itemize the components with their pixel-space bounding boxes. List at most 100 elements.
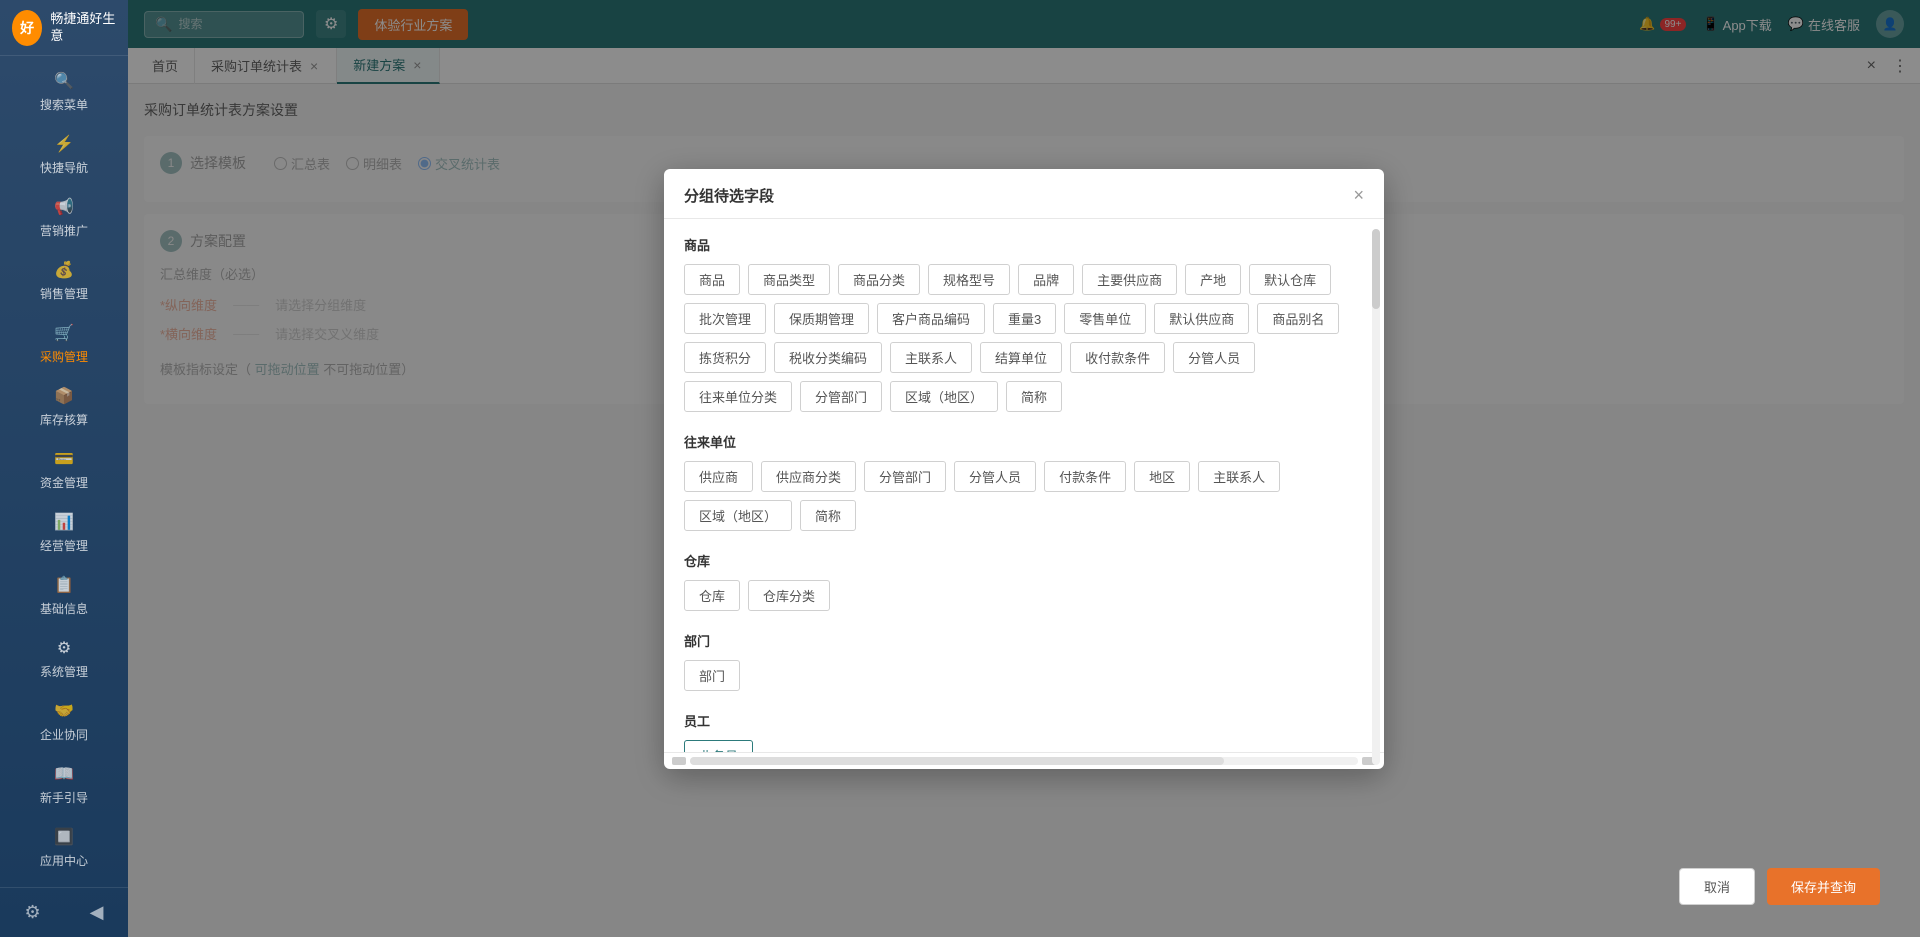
section-warehouse: 仓库 仓库 仓库分类	[684, 551, 1364, 611]
shortcut-nav-icon: ⚡	[53, 133, 75, 155]
field-tag-product-18[interactable]: 结算单位	[980, 342, 1062, 373]
sidebar-item-marketing-label: 营销推广	[40, 222, 88, 239]
sidebar-item-system-label: 系统管理	[40, 663, 88, 680]
field-tag-partner-4[interactable]: 付款条件	[1044, 461, 1126, 492]
sidebar-item-operations[interactable]: 📊 经营管理	[0, 501, 128, 564]
section-department: 部门 部门	[684, 631, 1364, 691]
field-tag-product-8[interactable]: 批次管理	[684, 303, 766, 334]
field-tag-product-4[interactable]: 品牌	[1018, 264, 1074, 295]
sidebar-item-search-label: 搜索菜单	[40, 96, 88, 113]
field-tag-partner-3[interactable]: 分管人员	[954, 461, 1036, 492]
hscroll-thumb[interactable]	[690, 757, 1224, 765]
field-tag-product-22[interactable]: 分管部门	[800, 381, 882, 412]
field-tag-product-12[interactable]: 零售单位	[1064, 303, 1146, 334]
field-tag-warehouse-1[interactable]: 仓库分类	[748, 580, 830, 611]
field-tag-product-7[interactable]: 默认仓库	[1249, 264, 1331, 295]
field-tag-product-24[interactable]: 简称	[1006, 381, 1062, 412]
field-tag-employee-0[interactable]: 业务员	[684, 740, 753, 752]
marketing-nav-icon: 📢	[53, 196, 75, 218]
field-tag-product-5[interactable]: 主要供应商	[1082, 264, 1177, 295]
hscroll-track[interactable]	[690, 757, 1358, 765]
sidebar-item-newbie[interactable]: 📖 新手引导	[0, 753, 128, 816]
modal-overlay: 分组待选字段 × 商品 商品 商品类型 商品分类 规格型号 品牌 主要供应商 产…	[128, 0, 1920, 937]
settings-bottom-icon[interactable]: ⚙	[19, 896, 47, 929]
field-tag-partner-7[interactable]: 区域（地区）	[684, 500, 792, 531]
field-tag-product-23[interactable]: 区域（地区）	[890, 381, 998, 412]
sidebar-item-marketing[interactable]: 📢 营销推广	[0, 186, 128, 249]
field-tag-product-16[interactable]: 税收分类编码	[774, 342, 882, 373]
sidebar-item-coop[interactable]: 🤝 企业协同	[0, 690, 128, 753]
field-tag-partner-2[interactable]: 分管部门	[864, 461, 946, 492]
sidebar-logo: 好 畅捷通好生意	[0, 0, 128, 56]
field-tag-product-6[interactable]: 产地	[1185, 264, 1241, 295]
sidebar-item-inventory-label: 库存核算	[40, 411, 88, 428]
hscroll-left-btn[interactable]	[672, 757, 686, 765]
purchase-nav-icon: 🛒	[53, 322, 75, 344]
finance-nav-icon: 💳	[53, 448, 75, 470]
field-tag-product-0[interactable]: 商品	[684, 264, 740, 295]
sidebar-item-sales[interactable]: 💰 销售管理	[0, 249, 128, 312]
field-tag-product-14[interactable]: 商品别名	[1257, 303, 1339, 334]
field-tag-product-1[interactable]: 商品类型	[748, 264, 830, 295]
coop-nav-icon: 🤝	[53, 700, 75, 722]
sidebar-item-finance[interactable]: 💳 资金管理	[0, 438, 128, 501]
sidebar-item-app-center-label: 应用中心	[40, 852, 88, 869]
field-tag-product-19[interactable]: 收付款条件	[1070, 342, 1165, 373]
field-tag-product-20[interactable]: 分管人员	[1173, 342, 1255, 373]
field-tag-partner-1[interactable]: 供应商分类	[761, 461, 856, 492]
field-tag-partner-5[interactable]: 地区	[1134, 461, 1190, 492]
sidebar-item-inventory[interactable]: 📦 库存核算	[0, 375, 128, 438]
newbie-nav-icon: 📖	[53, 763, 75, 785]
modal-close-button[interactable]: ×	[1353, 186, 1364, 204]
sidebar-item-operations-label: 经营管理	[40, 537, 88, 554]
field-tag-product-21[interactable]: 往来单位分类	[684, 381, 792, 412]
section-employee-title: 员工	[684, 711, 1364, 730]
sidebar-item-basic-label: 基础信息	[40, 600, 88, 617]
section-partner-tags: 供应商 供应商分类 分管部门 分管人员 付款条件 地区 主联系人 区域（地区） …	[684, 461, 1364, 531]
field-tag-product-3[interactable]: 规格型号	[928, 264, 1010, 295]
field-tag-product-2[interactable]: 商品分类	[838, 264, 920, 295]
section-partner-title: 往来单位	[684, 432, 1364, 451]
field-tag-product-9[interactable]: 保质期管理	[774, 303, 869, 334]
save-query-button[interactable]: 保存并查询	[1767, 868, 1880, 905]
field-tag-product-15[interactable]: 拣货积分	[684, 342, 766, 373]
app-center-nav-icon: 🔲	[53, 826, 75, 848]
section-warehouse-tags: 仓库 仓库分类	[684, 580, 1364, 611]
modal-body: 商品 商品 商品类型 商品分类 规格型号 品牌 主要供应商 产地 默认仓库 批次…	[664, 219, 1384, 752]
field-tag-product-10[interactable]: 客户商品编码	[877, 303, 985, 334]
sidebar-item-system[interactable]: ⚙ 系统管理	[0, 627, 128, 690]
basic-nav-icon: 📋	[53, 574, 75, 596]
sidebar-item-shortcut[interactable]: ⚡ 快捷导航	[0, 123, 128, 186]
field-tag-partner-8[interactable]: 简称	[800, 500, 856, 531]
field-tag-product-17[interactable]: 主联系人	[890, 342, 972, 373]
sidebar-item-purchase[interactable]: 🛒 采购管理	[0, 312, 128, 375]
modal-scrollbar-track[interactable]	[1372, 229, 1380, 765]
modal-dialog: 分组待选字段 × 商品 商品 商品类型 商品分类 规格型号 品牌 主要供应商 产…	[664, 169, 1384, 769]
section-product: 商品 商品 商品类型 商品分类 规格型号 品牌 主要供应商 产地 默认仓库 批次…	[684, 235, 1364, 412]
collapse-bottom-icon[interactable]: ◀	[84, 896, 110, 929]
sidebar-item-wechat[interactable]: 💬 企业微信	[0, 879, 128, 887]
field-tag-product-11[interactable]: 重量3	[993, 303, 1056, 334]
sidebar-item-shortcut-label: 快捷导航	[40, 159, 88, 176]
section-warehouse-title: 仓库	[684, 551, 1364, 570]
sidebar-item-purchase-label: 采购管理	[40, 348, 88, 365]
field-tag-product-13[interactable]: 默认供应商	[1154, 303, 1249, 334]
sidebar-nav: 🔍 搜索菜单 ⚡ 快捷导航 📢 营销推广 💰 销售管理 🛒 采购管理 📦 库存核…	[0, 56, 128, 887]
section-employee-tags: 业务员	[684, 740, 1364, 752]
field-tag-department-0[interactable]: 部门	[684, 660, 740, 691]
sidebar: 好 畅捷通好生意 🔍 搜索菜单 ⚡ 快捷导航 📢 营销推广 💰 销售管理 🛒 采…	[0, 0, 128, 937]
sidebar-item-basic[interactable]: 📋 基础信息	[0, 564, 128, 627]
field-tag-partner-6[interactable]: 主联系人	[1198, 461, 1280, 492]
modal-scrollbar-thumb[interactable]	[1372, 229, 1380, 309]
cancel-button[interactable]: 取消	[1679, 868, 1755, 905]
modal-hscroll-bar	[664, 752, 1384, 769]
sidebar-item-app-center[interactable]: 🔲 应用中心	[0, 816, 128, 879]
sales-nav-icon: 💰	[53, 259, 75, 281]
operations-nav-icon: 📊	[53, 511, 75, 533]
sidebar-item-coop-label: 企业协同	[40, 726, 88, 743]
field-tag-partner-0[interactable]: 供应商	[684, 461, 753, 492]
field-tag-warehouse-0[interactable]: 仓库	[684, 580, 740, 611]
sidebar-item-search[interactable]: 🔍 搜索菜单	[0, 60, 128, 123]
logo-icon: 好	[12, 10, 42, 46]
section-department-tags: 部门	[684, 660, 1364, 691]
